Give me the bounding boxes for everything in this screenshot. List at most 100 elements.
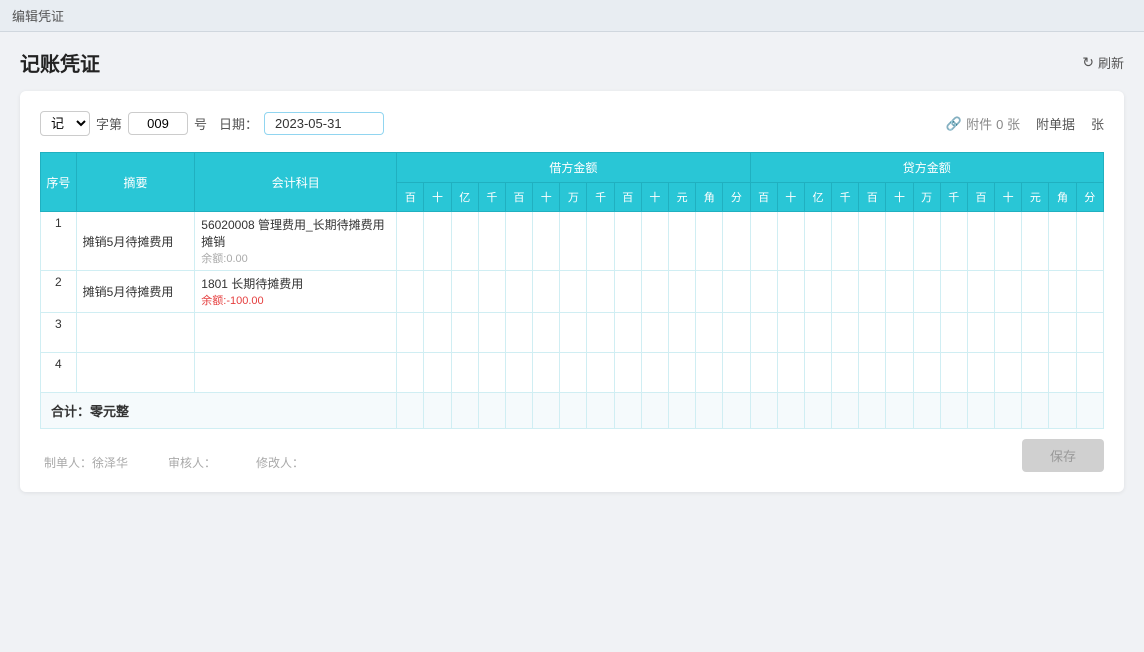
voucher-number-input[interactable] — [128, 112, 188, 135]
credit-cell-2-9[interactable] — [995, 313, 1022, 353]
debit-cell-2-2[interactable] — [451, 313, 478, 353]
credit-cell-1-9[interactable] — [995, 271, 1022, 313]
credit-cell-2-8[interactable] — [967, 313, 994, 353]
debit-cell-3-1[interactable] — [424, 353, 451, 393]
credit-cell-3-9[interactable] — [995, 353, 1022, 393]
credit-cell-3-5[interactable] — [886, 353, 913, 393]
debit-cell-3-3[interactable] — [478, 353, 505, 393]
debit-cell-0-9[interactable] — [641, 212, 668, 271]
credit-cell-0-2[interactable] — [804, 212, 831, 271]
debit-cell-0-11[interactable] — [696, 212, 723, 271]
debit-cell-1-12[interactable] — [723, 271, 750, 313]
debit-cell-3-7[interactable] — [587, 353, 614, 393]
debit-cell-1-3[interactable] — [478, 271, 505, 313]
debit-cell-2-4[interactable] — [505, 313, 532, 353]
debit-cell-0-1[interactable] — [424, 212, 451, 271]
credit-cell-2-10[interactable] — [1022, 313, 1049, 353]
summary-cell-2[interactable] — [76, 313, 195, 353]
debit-cell-0-2[interactable] — [451, 212, 478, 271]
credit-cell-1-1[interactable] — [777, 271, 804, 313]
single-doc-button[interactable]: 附单据 — [1036, 114, 1075, 133]
credit-cell-0-8[interactable] — [967, 212, 994, 271]
credit-cell-3-10[interactable] — [1022, 353, 1049, 393]
debit-cell-2-3[interactable] — [478, 313, 505, 353]
credit-cell-0-12[interactable] — [1076, 212, 1103, 271]
debit-cell-1-10[interactable] — [669, 271, 696, 313]
credit-cell-1-11[interactable] — [1049, 271, 1076, 313]
debit-cell-0-3[interactable] — [478, 212, 505, 271]
credit-cell-2-4[interactable] — [859, 313, 886, 353]
debit-cell-1-5[interactable] — [533, 271, 560, 313]
credit-cell-0-10[interactable] — [1022, 212, 1049, 271]
debit-cell-3-5[interactable] — [533, 353, 560, 393]
debit-cell-1-9[interactable] — [641, 271, 668, 313]
debit-cell-2-11[interactable] — [696, 313, 723, 353]
credit-cell-3-12[interactable] — [1076, 353, 1103, 393]
debit-cell-2-0[interactable] — [397, 313, 424, 353]
debit-cell-1-8[interactable] — [614, 271, 641, 313]
debit-cell-2-6[interactable] — [560, 313, 587, 353]
date-input[interactable] — [264, 112, 384, 135]
debit-cell-3-9[interactable] — [641, 353, 668, 393]
credit-cell-3-8[interactable] — [967, 353, 994, 393]
debit-cell-2-7[interactable] — [587, 313, 614, 353]
debit-cell-1-0[interactable] — [397, 271, 424, 313]
credit-cell-1-4[interactable] — [859, 271, 886, 313]
credit-cell-1-0[interactable] — [750, 271, 777, 313]
credit-cell-0-11[interactable] — [1049, 212, 1076, 271]
summary-cell-1[interactable]: 摊销5月待摊费用 — [76, 271, 195, 313]
credit-cell-0-0[interactable] — [750, 212, 777, 271]
account-cell-0[interactable]: 56020008 管理费用_长期待摊费用摊销余额:0.00 — [195, 212, 397, 271]
debit-cell-2-9[interactable] — [641, 313, 668, 353]
credit-cell-1-8[interactable] — [967, 271, 994, 313]
debit-cell-0-10[interactable] — [669, 212, 696, 271]
debit-cell-3-4[interactable] — [505, 353, 532, 393]
debit-cell-0-5[interactable] — [533, 212, 560, 271]
summary-cell-0[interactable]: 摊销5月待摊费用 — [76, 212, 195, 271]
debit-cell-1-7[interactable] — [587, 271, 614, 313]
credit-cell-1-3[interactable] — [832, 271, 859, 313]
account-cell-2[interactable] — [195, 313, 397, 353]
refresh-button[interactable]: ↻ 刷新 — [1082, 53, 1124, 72]
credit-cell-2-11[interactable] — [1049, 313, 1076, 353]
credit-cell-2-5[interactable] — [886, 313, 913, 353]
attachment-link[interactable]: 🔗 附件 0 张 — [946, 114, 1020, 133]
credit-cell-3-11[interactable] — [1049, 353, 1076, 393]
credit-cell-3-1[interactable] — [777, 353, 804, 393]
debit-cell-0-7[interactable] — [587, 212, 614, 271]
credit-cell-2-2[interactable] — [804, 313, 831, 353]
debit-cell-2-8[interactable] — [614, 313, 641, 353]
debit-cell-1-4[interactable] — [505, 271, 532, 313]
credit-cell-1-2[interactable] — [804, 271, 831, 313]
credit-cell-2-0[interactable] — [750, 313, 777, 353]
debit-cell-3-10[interactable] — [669, 353, 696, 393]
credit-cell-2-7[interactable] — [940, 313, 967, 353]
debit-cell-2-12[interactable] — [723, 313, 750, 353]
credit-cell-0-5[interactable] — [886, 212, 913, 271]
credit-cell-1-5[interactable] — [886, 271, 913, 313]
credit-cell-2-12[interactable] — [1076, 313, 1103, 353]
credit-cell-0-1[interactable] — [777, 212, 804, 271]
credit-cell-3-4[interactable] — [859, 353, 886, 393]
debit-cell-1-11[interactable] — [696, 271, 723, 313]
credit-cell-1-10[interactable] — [1022, 271, 1049, 313]
credit-cell-3-7[interactable] — [940, 353, 967, 393]
seq-cell-0[interactable]: 1 — [41, 212, 77, 271]
debit-cell-0-4[interactable] — [505, 212, 532, 271]
debit-cell-3-0[interactable] — [397, 353, 424, 393]
credit-cell-0-7[interactable] — [940, 212, 967, 271]
credit-cell-0-4[interactable] — [859, 212, 886, 271]
debit-cell-2-5[interactable] — [533, 313, 560, 353]
credit-cell-3-3[interactable] — [832, 353, 859, 393]
credit-cell-2-1[interactable] — [777, 313, 804, 353]
debit-cell-3-12[interactable] — [723, 353, 750, 393]
debit-cell-0-0[interactable] — [397, 212, 424, 271]
credit-cell-0-9[interactable] — [995, 212, 1022, 271]
debit-cell-0-12[interactable] — [723, 212, 750, 271]
debit-cell-0-6[interactable] — [560, 212, 587, 271]
debit-cell-0-8[interactable] — [614, 212, 641, 271]
credit-cell-0-3[interactable] — [832, 212, 859, 271]
credit-cell-3-6[interactable] — [913, 353, 940, 393]
debit-cell-2-10[interactable] — [669, 313, 696, 353]
account-cell-3[interactable] — [195, 353, 397, 393]
